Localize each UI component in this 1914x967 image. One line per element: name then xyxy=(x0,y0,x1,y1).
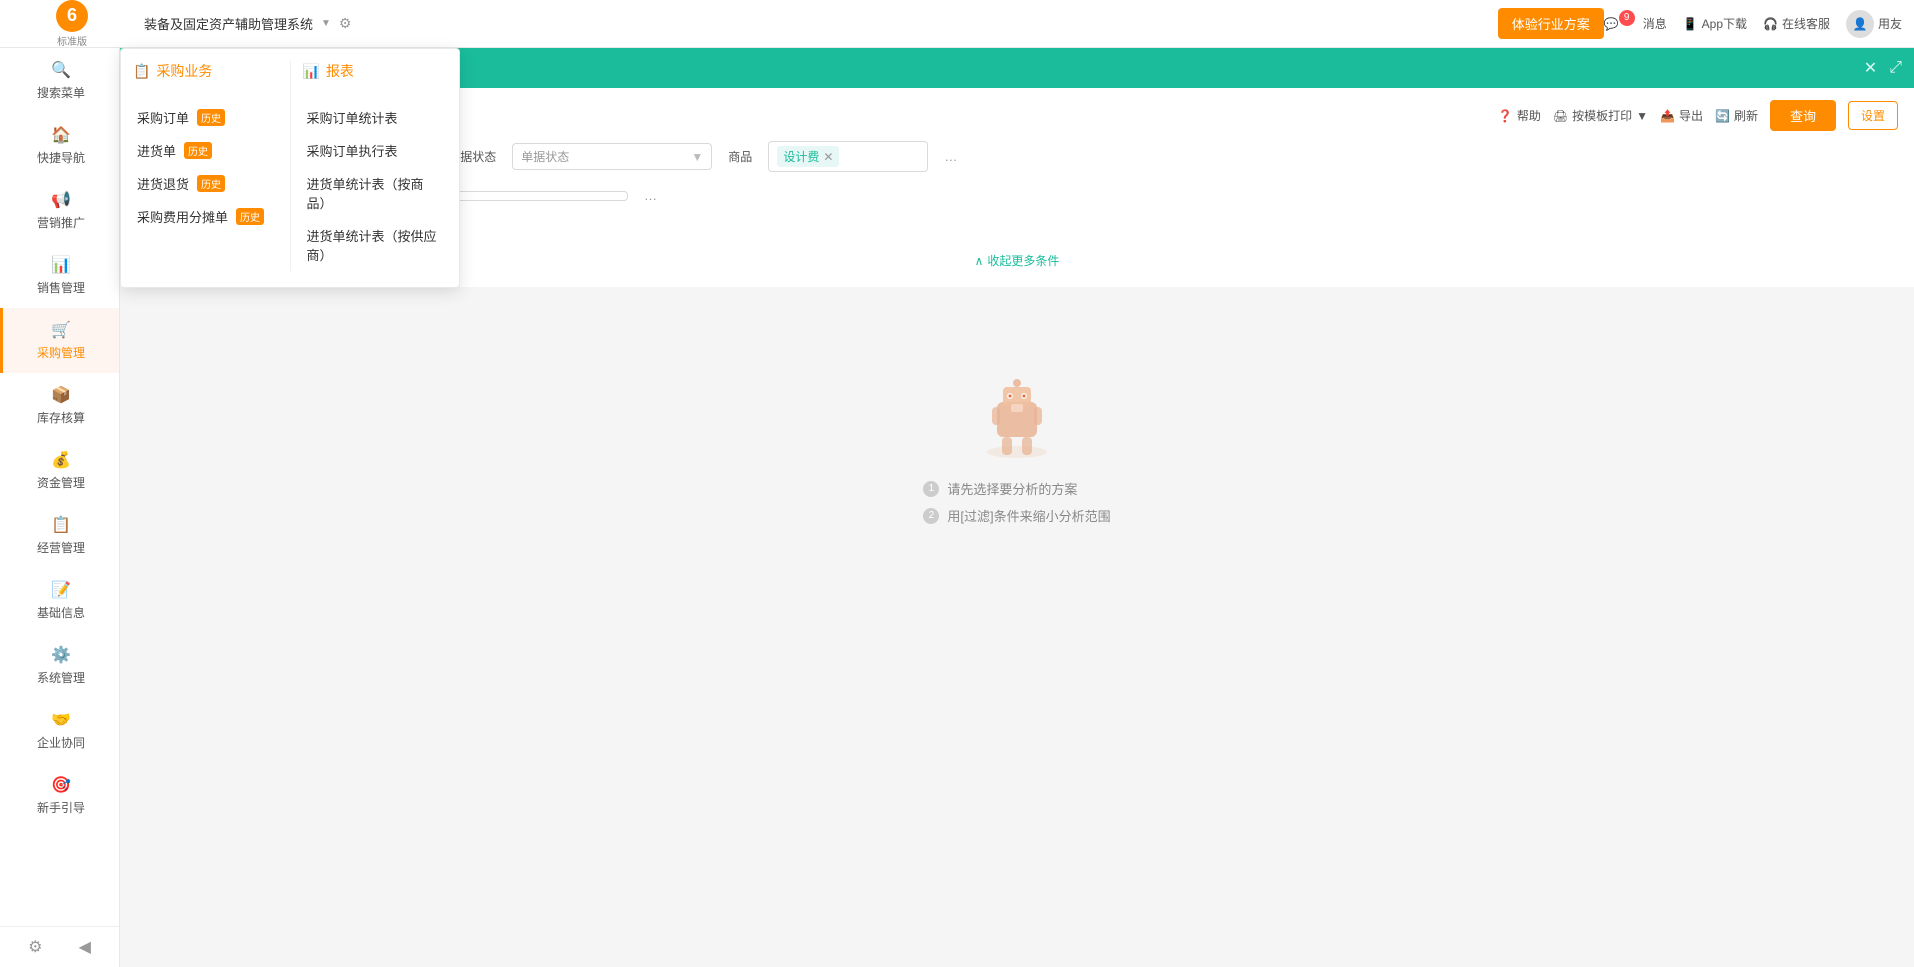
top-header: 6 标准版 装备及固定资产辅助管理系统 ▼ ⚙ 体验行业方案 💬 9 消息 📱 … xyxy=(0,0,1914,48)
sidebar-item-sales[interactable]: 📊 销售管理 xyxy=(0,243,119,308)
system-icon: ⚙️ xyxy=(51,645,71,665)
purchase-dropdown-menu: 📋 采购业务 采购订单 历史 进货单 历史 进货退货 历史 采购费用分摊单 历史… xyxy=(120,48,460,288)
tip-dot-2: 2 xyxy=(923,508,939,524)
salesperson-dots[interactable]: … xyxy=(644,188,657,203)
help-icon: ❓ xyxy=(1498,109,1513,123)
sidebar-item-inventory[interactable]: 📦 库存核算 xyxy=(0,373,119,438)
goods-tag: 设计费 ✕ xyxy=(777,146,839,167)
empty-illustration xyxy=(967,367,1067,467)
export-icon: 📤 xyxy=(1660,109,1675,123)
sidebar-item-quick-nav[interactable]: 🏠 快捷导航 xyxy=(0,113,119,178)
message-badge: 9 xyxy=(1619,10,1635,26)
empty-tip-1: 1 请先选择要分析的方案 xyxy=(923,479,1110,498)
sidebar-item-guide[interactable]: 🎯 新手引导 xyxy=(0,763,119,828)
refresh-btn[interactable]: 🔄 刷新 xyxy=(1715,107,1758,124)
export-btn[interactable]: 📤 导出 xyxy=(1660,107,1703,124)
tab-bar-actions: ✕ ⤢ xyxy=(1860,54,1914,82)
report-col-title: 📊 报表 xyxy=(303,61,448,89)
print-chevron: ▼ xyxy=(1636,109,1648,123)
goods-input[interactable]: 设计费 ✕ xyxy=(768,141,928,172)
history-badge-1: 历史 xyxy=(197,109,225,126)
logo-icon: 6 xyxy=(56,0,88,32)
sales-icon: 📊 xyxy=(51,255,71,275)
headset-icon: 🎧 xyxy=(1763,17,1778,31)
marketing-icon: 📢 xyxy=(51,190,71,210)
basic-icon: 📝 xyxy=(51,580,71,600)
dropdown-goods-stats-by-product[interactable]: 进货单统计表（按商品） xyxy=(303,167,448,219)
settings-bottom-icon[interactable]: ⚙ xyxy=(28,937,42,957)
dropdown-po-exec[interactable]: 采购订单执行表 xyxy=(303,134,448,167)
system-title: 装备及固定资产辅助管理系统 ▼ ⚙ xyxy=(144,14,1498,33)
report-col-icon: 📊 xyxy=(303,63,320,80)
header-actions: 💬 9 消息 📱 App下载 🎧 在线客服 👤 用友 xyxy=(1604,10,1902,38)
print-icon: 🖨 xyxy=(1553,109,1568,123)
sidebar: 🔍 搜索菜单 🏠 快捷导航 📢 营销推广 📊 销售管理 🛒 采购管理 📦 库存核… xyxy=(0,48,120,967)
tip-dot-1: 1 xyxy=(923,481,939,497)
doc-status-input[interactable]: 单据状态 ▼ xyxy=(512,143,712,170)
print-btn[interactable]: 🖨 按模板打印 ▼ xyxy=(1553,107,1648,124)
sidebar-item-basic[interactable]: 📝 基础信息 xyxy=(0,568,119,633)
gear-icon[interactable]: ⚙ xyxy=(339,15,352,32)
report-col: 📊 报表 采购订单统计表 采购订单执行表 进货单统计表（按商品） 进货单统计表（… xyxy=(290,61,460,271)
sidebar-item-purchase[interactable]: 🛒 采购管理 xyxy=(0,308,119,373)
tab-close-btn[interactable]: ✕ xyxy=(1860,54,1881,82)
system-name: 装备及固定资产辅助管理系统 xyxy=(144,14,313,33)
collapse-sidebar-icon[interactable]: ◀ xyxy=(79,937,91,957)
sidebar-item-system[interactable]: ⚙️ 系统管理 xyxy=(0,633,119,698)
industry-btn[interactable]: 体验行业方案 xyxy=(1498,8,1604,39)
inventory-icon: 📦 xyxy=(51,385,71,405)
purchase-col: 📋 采购业务 采购订单 历史 进货单 历史 进货退货 历史 采购费用分摊单 历史 xyxy=(121,61,290,271)
dropdown-purchase-expense[interactable]: 采购费用分摊单 历史 xyxy=(133,200,278,233)
purchase-col-title: 📋 采购业务 xyxy=(133,61,278,89)
purchase-col-icon: 📋 xyxy=(133,63,150,80)
history-badge-4: 历史 xyxy=(236,208,264,225)
logo-area: 6 标准版 xyxy=(12,0,132,48)
message-icon: 💬 xyxy=(1604,17,1619,31)
collapse-btn[interactable]: ∧ 收起更多条件 xyxy=(969,246,1066,275)
chevron-down-icon[interactable]: ▼ xyxy=(321,18,331,29)
query-btn[interactable]: 查询 xyxy=(1770,100,1836,131)
help-btn[interactable]: ❓ 帮助 xyxy=(1498,107,1541,124)
home-icon: 🏠 xyxy=(51,125,71,145)
dropdown-goods-return[interactable]: 进货退货 历史 xyxy=(133,167,278,200)
purchase-icon: 🛒 xyxy=(51,320,71,340)
finance-icon: 💰 xyxy=(51,450,71,470)
sidebar-item-cooperation[interactable]: 🤝 企业协同 xyxy=(0,698,119,763)
settings-filter-btn[interactable]: 设置 xyxy=(1848,101,1898,130)
operations-icon: 📋 xyxy=(51,515,71,535)
empty-state: 1 请先选择要分析的方案 2 用[过滤]条件来缩小分析范围 xyxy=(120,287,1914,605)
collapse-up-icon: ∧ xyxy=(975,254,984,268)
message-btn[interactable]: 💬 9 消息 xyxy=(1604,15,1667,32)
refresh-icon: 🔄 xyxy=(1715,109,1730,123)
sidebar-item-operations[interactable]: 📋 经营管理 xyxy=(0,503,119,568)
doc-status-chevron: ▼ xyxy=(691,150,703,164)
history-badge-3: 历史 xyxy=(197,175,225,192)
dropdown-purchase-order[interactable]: 采购订单 历史 xyxy=(133,101,278,134)
sidebar-bottom: ⚙ ◀ xyxy=(0,926,119,967)
dropdown-po-stats[interactable]: 采购订单统计表 xyxy=(303,101,448,134)
tab-fullscreen-btn[interactable]: ⤢ xyxy=(1885,55,1906,81)
empty-tip-2: 2 用[过滤]条件来缩小分析范围 xyxy=(923,506,1110,525)
search-icon: 🔍 xyxy=(51,60,71,80)
user-avatar[interactable]: 👤 用友 xyxy=(1846,10,1902,38)
online-service-btn[interactable]: 🎧 在线客服 xyxy=(1763,15,1830,32)
goods-tag-close[interactable]: ✕ xyxy=(823,150,833,164)
dropdown-goods-receipt[interactable]: 进货单 历史 xyxy=(133,134,278,167)
avatar-icon: 👤 xyxy=(1846,10,1874,38)
sidebar-item-finance[interactable]: 💰 资金管理 xyxy=(0,438,119,503)
phone-icon: 📱 xyxy=(1683,17,1698,31)
sidebar-item-search[interactable]: 🔍 搜索菜单 xyxy=(0,48,119,113)
empty-tips: 1 请先选择要分析的方案 2 用[过滤]条件来缩小分析范围 xyxy=(923,479,1110,525)
history-badge-2: 历史 xyxy=(184,142,212,159)
guide-icon: 🎯 xyxy=(51,775,71,795)
sidebar-item-marketing[interactable]: 📢 营销推广 xyxy=(0,178,119,243)
app-download-btn[interactable]: 📱 App下载 xyxy=(1683,15,1747,32)
logo-text: 标准版 xyxy=(57,33,87,48)
goods-label: 商品 xyxy=(728,148,752,165)
goods-dots[interactable]: … xyxy=(944,149,957,164)
dropdown-goods-stats-by-supplier[interactable]: 进货单统计表（按供应商） xyxy=(303,219,448,271)
cooperation-icon: 🤝 xyxy=(51,710,71,730)
